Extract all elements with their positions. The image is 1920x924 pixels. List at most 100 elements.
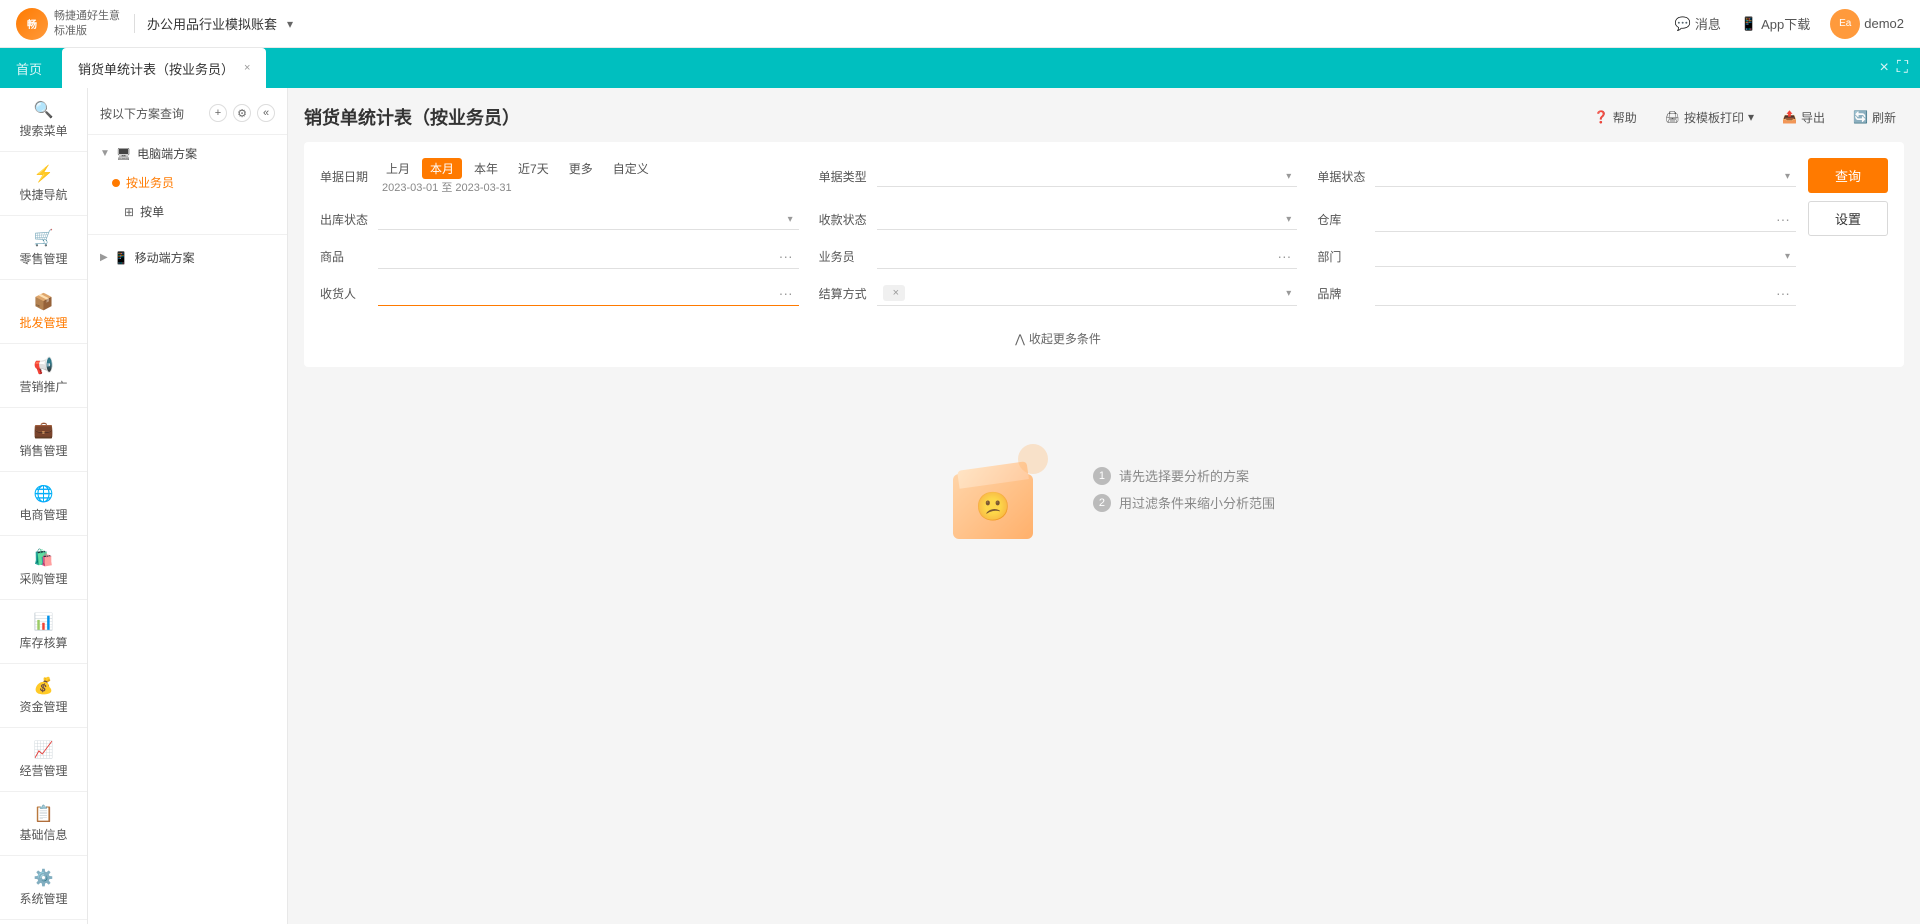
empty-illustration: 😕	[933, 439, 1053, 539]
print-icon: 🖨	[1665, 110, 1680, 124]
sidebar-item-inventory[interactable]: 📊 库存核算	[0, 600, 87, 664]
tab-close-window-icon[interactable]: ×	[1879, 59, 1888, 77]
tab-home[interactable]: 首页	[0, 48, 58, 88]
sales-icon: 💼	[34, 420, 54, 440]
out-status-input[interactable]: ▾	[378, 210, 799, 230]
tab-close-icon[interactable]: ×	[244, 62, 250, 74]
brand-dots: ···	[1776, 285, 1790, 301]
empty-state: 😕 1 请先选择要分析的方案 2 用过滤条件来缩小分析范围	[304, 379, 1904, 599]
goods-input[interactable]: ···	[378, 244, 799, 269]
app-download-action[interactable]: 📱 App下载	[1741, 14, 1810, 33]
app-download-icon: 📱	[1741, 16, 1757, 32]
user-action[interactable]: Ea demo2	[1830, 9, 1904, 39]
filter-doc-type: 单据类型 ▾	[819, 158, 1298, 195]
settlement-label: 结算方式	[819, 285, 869, 302]
mobile-scheme-header[interactable]: ▶ 📱 移动端方案	[88, 243, 287, 272]
sidebar-item-quick-nav[interactable]: ⚡ 快捷导航	[0, 152, 87, 216]
inventory-icon: 📊	[34, 612, 54, 632]
date-tab-more[interactable]: 更多	[561, 158, 601, 179]
brand-input[interactable]: ···	[1375, 281, 1796, 306]
logo-text: 畅捷通好生意 标准版	[54, 9, 120, 38]
date-tab-this-month[interactable]: 本月	[422, 158, 462, 179]
consignee-input[interactable]: ···	[378, 281, 799, 306]
scheme-by-order[interactable]: ⊞ 按单	[88, 197, 287, 226]
dept-input[interactable]: ▾	[1375, 247, 1796, 267]
ecommerce-icon: 🌐	[34, 484, 54, 504]
pc-scheme-header[interactable]: ▼ 🖥 电脑端方案	[88, 139, 287, 168]
tab-fullscreen-icon[interactable]: ⛶	[1897, 59, 1908, 77]
sidebar-item-marketing[interactable]: 📢 营销推广	[0, 344, 87, 408]
doc-status-input[interactable]: ▾	[1375, 167, 1796, 187]
doc-type-input[interactable]: ▾	[877, 167, 1298, 187]
sidebar-item-ecommerce[interactable]: 🌐 电商管理	[0, 472, 87, 536]
header-right: 💬 消息 📱 App下载 Ea demo2	[1675, 9, 1904, 39]
empty-hint-2: 2 用过滤条件来缩小分析范围	[1093, 493, 1275, 512]
doc-status-chevron: ▾	[1785, 171, 1790, 182]
settlement-tag-remove[interactable]: ×	[893, 287, 899, 299]
collapse-scheme-btn[interactable]: «	[257, 104, 275, 122]
settlement-input[interactable]: × ▾	[877, 281, 1298, 306]
doc-status-label: 单据状态	[1317, 168, 1367, 185]
salesperson-dots: ···	[1277, 248, 1291, 264]
filter-row-3: 商品 ··· 业务员	[320, 244, 1796, 269]
filter-row-2: 出库状态 ▾ 收款状态	[320, 207, 1796, 232]
tab-bar-right: × ⛶	[1879, 59, 1920, 77]
settlement-chevron: ▾	[1286, 288, 1291, 299]
empty-decoration-1	[1018, 444, 1048, 474]
sidebar-item-wholesale[interactable]: 📦 批发管理	[0, 280, 87, 344]
date-tab-last-7[interactable]: 近7天	[510, 158, 557, 179]
sidebar-item-operations[interactable]: 📈 经营管理	[0, 728, 87, 792]
sidebar-item-finance[interactable]: 💰 资金管理	[0, 664, 87, 728]
collapse-btn[interactable]: ⋀ 收起更多条件	[1003, 326, 1113, 351]
out-status-chevron: ▾	[788, 214, 793, 225]
header-left: 畅 畅捷通好生意 标准版 办公用品行业模拟账套 ▾	[16, 8, 293, 40]
avatar: Ea	[1830, 9, 1860, 39]
help-btn[interactable]: ❓ 帮助	[1586, 105, 1645, 130]
right-content: 销货单统计表（按业务员） ❓ 帮助 🖨 按模板打印 ▾ 📤 导出	[288, 88, 1920, 924]
filter-doc-status: 单据状态 ▾	[1317, 158, 1796, 195]
add-scheme-btn[interactable]: +	[209, 104, 227, 122]
mobile-scheme-arrow: ▶	[100, 252, 108, 263]
export-btn[interactable]: 📤 导出	[1774, 105, 1833, 130]
filter-warehouse: 仓库 ···	[1317, 207, 1796, 232]
finance-icon: 💰	[34, 676, 54, 696]
date-label: 单据日期	[320, 168, 370, 185]
brand-label: 品牌	[1317, 285, 1367, 302]
sidebar-item-basic-info[interactable]: 📋 基础信息	[0, 792, 87, 856]
date-tab-last-month[interactable]: 上月	[378, 158, 418, 179]
message-action[interactable]: 💬 消息	[1675, 14, 1721, 33]
operations-icon: 📈	[34, 740, 54, 760]
date-tab-this-year[interactable]: 本年	[466, 158, 506, 179]
filter-dept: 部门 ▾	[1317, 244, 1796, 269]
query-btn[interactable]: 查询	[1808, 158, 1888, 193]
filter-settlement: 结算方式 × ▾	[819, 281, 1298, 306]
scheme-by-salesperson[interactable]: 按业务员	[88, 168, 287, 197]
sidebar-item-purchase[interactable]: 🛍️ 采购管理	[0, 536, 87, 600]
date-tab-custom[interactable]: 自定义	[605, 158, 657, 179]
export-icon: 📤	[1782, 110, 1797, 124]
breadcrumb-dropdown[interactable]: ▾	[287, 17, 293, 31]
filter-side-actions: 查询 设置	[1808, 158, 1888, 351]
filter-consignee: 收货人 ···	[320, 281, 799, 306]
salesperson-input[interactable]: ···	[877, 244, 1298, 269]
sidebar-item-retail[interactable]: 🛒 零售管理	[0, 216, 87, 280]
quick-nav-icon: ⚡	[34, 164, 54, 184]
filter-out-status: 出库状态 ▾	[320, 207, 799, 232]
template-print-btn[interactable]: 🖨 按模板打印 ▾	[1657, 105, 1762, 130]
filter-brand: 品牌 ···	[1317, 281, 1796, 306]
salesperson-label: 业务员	[819, 248, 869, 265]
sidebar-item-enterprise[interactable]: 🤝 企业协同	[0, 920, 87, 924]
sidebar-item-system[interactable]: ⚙️ 系统管理	[0, 856, 87, 920]
empty-hint-1: 1 请先选择要分析的方案	[1093, 466, 1249, 485]
sidebar-item-sales[interactable]: 💼 销售管理	[0, 408, 87, 472]
refresh-btn[interactable]: 🔄 刷新	[1845, 105, 1904, 130]
top-header: 畅 畅捷通好生意 标准版 办公用品行业模拟账套 ▾ 💬 消息 📱 App下载 E…	[0, 0, 1920, 48]
warehouse-input[interactable]: ···	[1375, 207, 1796, 232]
sidebar-item-search-menu[interactable]: 🔍 搜索菜单	[0, 88, 87, 152]
hint-1-num: 1	[1093, 467, 1111, 485]
filter-date: 单据日期 上月 本月 本年 近7天 更多 自定义	[320, 158, 799, 195]
tab-sales-stat[interactable]: 销货单统计表（按业务员） ×	[62, 48, 266, 88]
settings-btn[interactable]: 设置	[1808, 201, 1888, 236]
settings-scheme-btn[interactable]: ⚙	[233, 104, 251, 122]
receive-status-input[interactable]: ▾	[877, 210, 1298, 230]
